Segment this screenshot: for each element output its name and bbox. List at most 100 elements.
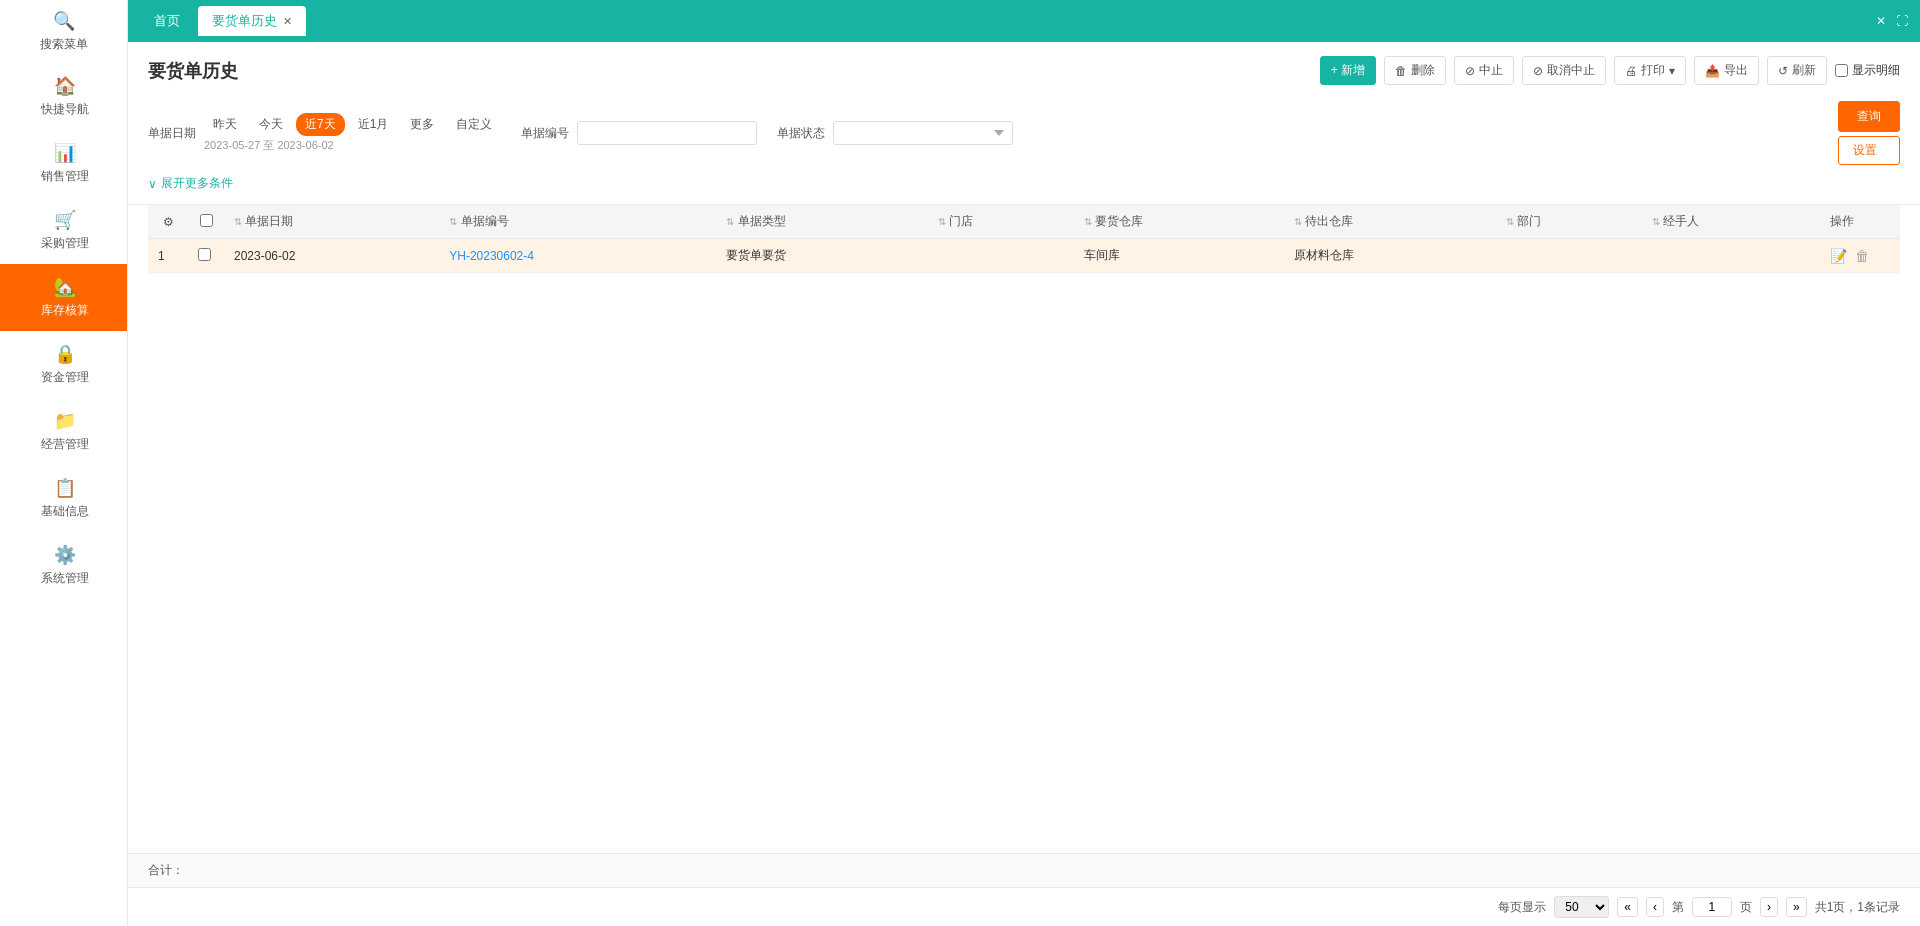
tab-requisition-history[interactable]: 要货单历史 ✕ — [198, 6, 306, 36]
display-detail-toggle[interactable]: 显示明细 — [1835, 62, 1900, 79]
doc-no-link[interactable]: YH-20230602-4 — [449, 249, 534, 263]
date-range-display: 2023-05-27 至 2023-06-02 — [204, 138, 501, 153]
th-pending-warehouse: ⇅ 待出仓库 — [1284, 205, 1496, 239]
delete-button[interactable]: 🗑 删除 — [1384, 56, 1446, 85]
sidebar-item-inventory[interactable]: 🏡 库存核算 — [0, 264, 127, 331]
sidebar-item-quick-nav[interactable]: 🏠 快捷导航 — [0, 63, 127, 130]
display-detail-checkbox[interactable] — [1835, 64, 1848, 77]
print-icon: 🖨 — [1625, 64, 1637, 78]
query-button[interactable]: 查询 — [1838, 101, 1900, 132]
window-resize-icon[interactable]: ⛶ — [1896, 14, 1908, 28]
sidebar-item-label: 销售管理 — [41, 168, 89, 185]
sidebar-item-label: 系统管理 — [41, 570, 89, 587]
sidebar-item-operations[interactable]: 📁 经营管理 — [0, 398, 127, 465]
doc-no-filter-group: 单据编号 — [521, 121, 757, 145]
settings-icon[interactable]: ⚙ — [163, 215, 174, 229]
settings-button[interactable]: 设置 — [1838, 136, 1900, 165]
tab-requisition-label: 要货单历史 — [212, 12, 277, 30]
row-delete-icon[interactable]: 🗑 — [1855, 248, 1869, 264]
sidebar-item-label: 库存核算 — [41, 302, 89, 319]
doc-status-select[interactable] — [833, 121, 1013, 145]
sidebar-item-basic-info[interactable]: 📋 基础信息 — [0, 465, 127, 532]
row-department — [1496, 239, 1642, 273]
table-area: ⚙ ⇅ 单据日期 ⇅ 单据编号 — [128, 205, 1920, 853]
row-checkbox[interactable] — [188, 239, 224, 273]
th-department: ⇅ 部门 — [1496, 205, 1642, 239]
date-btn-more[interactable]: 更多 — [401, 113, 443, 136]
th-doc-type: ⇅ 单据类型 — [716, 205, 928, 239]
sort-icon: ⇅ — [726, 216, 734, 227]
window-close-icon[interactable]: ✕ — [1876, 14, 1886, 28]
doc-status-filter-group: 单据状态 — [777, 121, 1013, 145]
pagination: 每页显示 50 10 20 100 « ‹ 第 页 › » 共1页，1条记录 — [128, 887, 1920, 926]
sort-icon: ⇅ — [1294, 216, 1302, 227]
last-page-button[interactable]: » — [1786, 897, 1807, 917]
date-btn-recent-month[interactable]: 近1月 — [349, 113, 398, 136]
sidebar-item-finance[interactable]: 🔒 资金管理 — [0, 331, 127, 398]
page-title: 要货单历史 — [148, 59, 238, 83]
lock-icon: 🔒 — [54, 343, 76, 365]
prev-page-button[interactable]: ‹ — [1646, 897, 1664, 917]
page-number-input[interactable] — [1692, 897, 1732, 917]
first-page-button[interactable]: « — [1617, 897, 1638, 917]
doc-status-label: 单据状态 — [777, 125, 825, 142]
sort-icon: ⇅ — [938, 216, 946, 227]
sidebar-item-purchase[interactable]: 🛒 采购管理 — [0, 197, 127, 264]
sort-icon: ⇅ — [1652, 216, 1660, 227]
doc-no-input[interactable] — [577, 121, 757, 145]
sidebar-item-label: 经营管理 — [41, 436, 89, 453]
sidebar: 🔍 搜索菜单 🏠 快捷导航 📊 销售管理 🛒 采购管理 🏡 库存核算 🔒 资金管… — [0, 0, 128, 926]
select-all-checkbox[interactable] — [200, 214, 213, 227]
th-checkbox — [188, 205, 224, 239]
date-btn-recent7[interactable]: 近7天 — [296, 113, 345, 136]
main-area: 首页 要货单历史 ✕ ✕ ⛶ 要货单历史 + 新增 🗑 删除 ⊘ 中止 — [128, 0, 1920, 926]
topbar-right: ✕ ⛶ — [1876, 14, 1908, 28]
row-doc-no[interactable]: YH-20230602-4 — [439, 239, 716, 273]
th-req-warehouse: ⇅ 要货仓库 — [1074, 205, 1284, 239]
sort-icon: ⇅ — [449, 216, 457, 227]
refresh-icon: ↺ — [1778, 64, 1788, 78]
row-select-checkbox[interactable] — [198, 248, 211, 261]
export-button[interactable]: 📤 导出 — [1694, 56, 1759, 85]
th-store: ⇅ 门店 — [928, 205, 1074, 239]
date-btn-today[interactable]: 今天 — [250, 113, 292, 136]
row-doc-date: 2023-06-02 — [224, 239, 439, 273]
page-header: 要货单历史 + 新增 🗑 删除 ⊘ 中止 ⊘ 取消中止 🖨 打印 — [128, 42, 1920, 93]
new-button[interactable]: + 新增 — [1320, 56, 1376, 85]
print-button[interactable]: 🖨 打印 ▾ — [1614, 56, 1686, 85]
expand-more-btn[interactable]: ∨ 展开更多条件 — [148, 171, 1900, 196]
refresh-button[interactable]: ↺ 刷新 — [1767, 56, 1827, 85]
total-info: 共1页，1条记录 — [1815, 899, 1900, 916]
cart-icon: 🛒 — [54, 209, 76, 231]
page-size-label: 每页显示 — [1498, 899, 1546, 916]
sort-icon: ⇅ — [1506, 216, 1514, 227]
stop-button[interactable]: ⊘ 中止 — [1454, 56, 1514, 85]
topbar: 首页 要货单历史 ✕ ✕ ⛶ — [128, 0, 1920, 42]
sidebar-item-sales[interactable]: 📊 销售管理 — [0, 130, 127, 197]
sidebar-search[interactable]: 🔍 搜索菜单 — [0, 0, 127, 63]
row-pending-warehouse: 原材料仓库 — [1284, 239, 1496, 273]
tab-close-icon[interactable]: ✕ — [283, 15, 292, 28]
folder-icon: 📁 — [54, 410, 76, 432]
next-page-button[interactable]: › — [1760, 897, 1778, 917]
th-doc-date: ⇅ 单据日期 — [224, 205, 439, 239]
cancel-stop-button[interactable]: ⊘ 取消中止 — [1522, 56, 1606, 85]
date-filter-group: 单据日期 昨天 今天 近7天 近1月 更多 自定义 2023-05-27 至 2… — [148, 113, 501, 153]
page-size-select[interactable]: 50 10 20 100 — [1554, 896, 1609, 918]
doc-no-label: 单据编号 — [521, 125, 569, 142]
sidebar-item-label: 采购管理 — [41, 235, 89, 252]
tab-home[interactable]: 首页 — [140, 6, 194, 36]
date-btn-yesterday[interactable]: 昨天 — [204, 113, 246, 136]
row-edit-icon[interactable]: 📝 — [1830, 248, 1847, 264]
date-buttons: 昨天 今天 近7天 近1月 更多 自定义 — [204, 113, 501, 136]
row-index: 1 — [148, 239, 188, 273]
page-label: 第 — [1672, 899, 1684, 916]
chart-icon: 📊 — [54, 142, 76, 164]
content-area: 要货单历史 + 新增 🗑 删除 ⊘ 中止 ⊘ 取消中止 🖨 打印 — [128, 42, 1920, 926]
sidebar-search-label: 搜索菜单 — [40, 36, 88, 53]
stop-icon: ⊘ — [1465, 64, 1475, 78]
sidebar-item-system[interactable]: ⚙️ 系统管理 — [0, 532, 127, 599]
row-req-warehouse: 车间库 — [1074, 239, 1284, 273]
date-btn-custom[interactable]: 自定义 — [447, 113, 501, 136]
th-handler: ⇅ 经手人 — [1642, 205, 1820, 239]
